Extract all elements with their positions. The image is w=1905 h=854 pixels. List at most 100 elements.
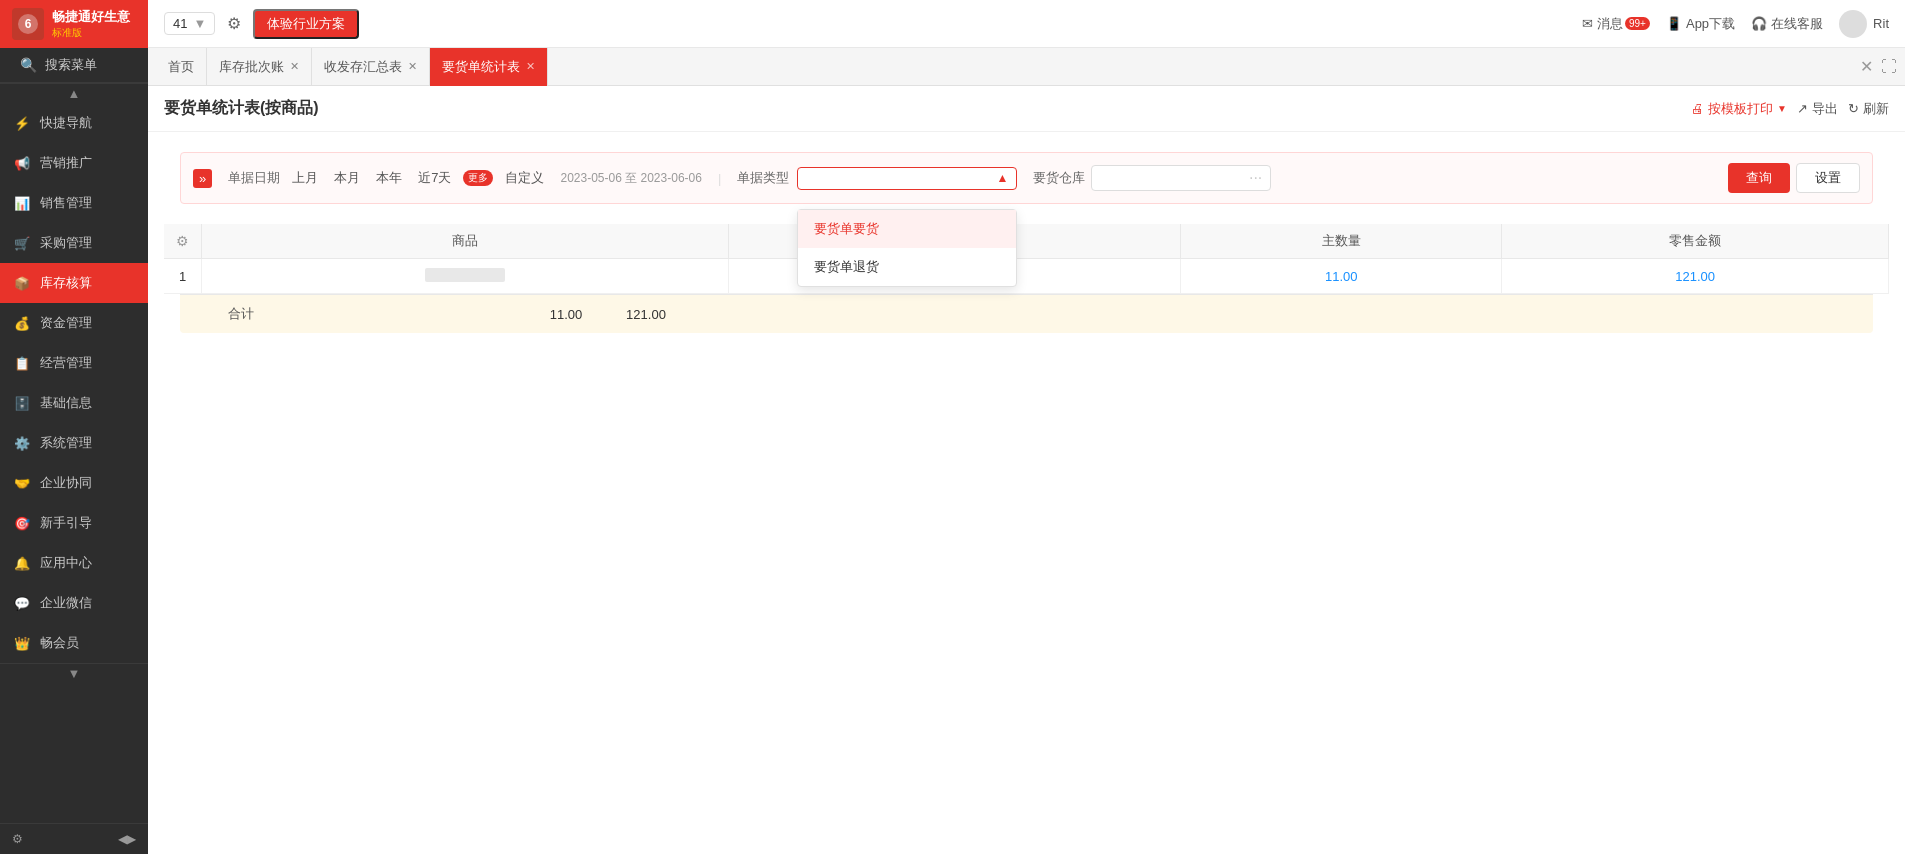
- app-logo: 6 畅捷通好生意 标准版: [0, 0, 148, 48]
- tab-close-inventory-batch[interactable]: ✕: [290, 60, 299, 73]
- refresh-btn[interactable]: ↻ 刷新: [1848, 100, 1889, 118]
- data-table: ⚙ 商品 主计量单位 主数量 零售金额 1: [164, 224, 1889, 294]
- topbar-left: 41 ▼ ⚙ 体验行业方案: [164, 9, 359, 39]
- date-btn-custom[interactable]: 自定义: [501, 167, 548, 189]
- filter-bar: » 单据日期 上月 本月 本年 近7天 更多 自定义 2023-05-06 至 …: [180, 152, 1873, 204]
- table-row: 1 块 11.00 121.00: [164, 259, 1889, 294]
- type-input-box[interactable]: ▲: [797, 167, 1017, 190]
- user-block[interactable]: Rit: [1839, 10, 1889, 38]
- sidebar-item-system[interactable]: ⚙️ 系统管理: [0, 423, 148, 463]
- sidebar-footer: ⚙ ◀▶: [0, 823, 148, 854]
- tab-inventory-batch[interactable]: 库存批次账 ✕: [207, 48, 312, 86]
- sidebar-item-purchase[interactable]: 🛒 采购管理: [0, 223, 148, 263]
- export-btn[interactable]: ↗ 导出: [1797, 100, 1838, 118]
- sidebar-item-collab[interactable]: 🤝 企业协同: [0, 463, 148, 503]
- settings-button[interactable]: 设置: [1796, 163, 1860, 193]
- collab-icon: 🤝: [12, 473, 32, 493]
- tab-receivable-summary-label: 收发存汇总表: [324, 58, 402, 76]
- footer-amount: 121.00: [606, 307, 686, 322]
- page-container: 要货单统计表(按商品) 🖨 按模板打印 ▼ ↗ 导出 ↻ 刷新: [148, 86, 1905, 854]
- col-quantity: 主数量: [1181, 224, 1502, 259]
- collapse-btn[interactable]: ◀▶: [118, 832, 136, 846]
- sidebar-item-label: 企业微信: [40, 594, 92, 612]
- type-dropdown-menu: 要货单要货 要货单退货: [797, 209, 1017, 287]
- sidebar-item-finance[interactable]: 💰 资金管理: [0, 303, 148, 343]
- tab-close-receivable-summary[interactable]: ✕: [408, 60, 417, 73]
- tab-home[interactable]: 首页: [156, 48, 207, 86]
- sidebar-item-appstore[interactable]: 🔔 应用中心: [0, 543, 148, 583]
- message-icon: ✉: [1582, 16, 1593, 31]
- app-download-btn[interactable]: 📱 App下载: [1666, 15, 1735, 33]
- basics-icon: 🗄️: [12, 393, 32, 413]
- guide-icon: 🎯: [12, 513, 32, 533]
- close-all-tabs-btn[interactable]: ✕: [1860, 57, 1873, 76]
- sidebar-item-operations[interactable]: 📋 经营管理: [0, 343, 148, 383]
- dropdown-item-order-goods[interactable]: 要货单要货: [798, 210, 1016, 248]
- message-label: 消息: [1597, 15, 1623, 33]
- sidebar-item-label: 新手引导: [40, 514, 92, 532]
- scroll-up-btn[interactable]: ▲: [0, 83, 148, 103]
- promo-button[interactable]: 体验行业方案: [253, 9, 359, 39]
- table-container: ⚙ 商品 主计量单位 主数量 零售金额 1: [164, 224, 1889, 294]
- sidebar-item-label: 系统管理: [40, 434, 92, 452]
- sidebar-item-label: 快捷导航: [40, 114, 92, 132]
- marketing-icon: 📢: [12, 153, 32, 173]
- quick-nav-icon: ⚡: [12, 113, 32, 133]
- table-settings-icon[interactable]: ⚙: [176, 233, 189, 249]
- cell-amount[interactable]: 121.00: [1502, 259, 1889, 294]
- service-icon: 🎧: [1751, 16, 1767, 31]
- refresh-label: 刷新: [1863, 100, 1889, 118]
- topbar-right: ✉ 消息 99+ 📱 App下载 🎧 在线客服 Rit: [1582, 10, 1889, 38]
- table-footer: 合计 11.00 121.00: [180, 294, 1873, 333]
- table-body: 1 块 11.00 121.00: [164, 259, 1889, 294]
- sidebar-item-quick-nav[interactable]: ⚡ 快捷导航: [0, 103, 148, 143]
- message-badge: 99+: [1625, 17, 1650, 30]
- sidebar-item-label: 库存核算: [40, 274, 92, 292]
- footer-quantity: 11.00: [526, 307, 606, 322]
- query-button[interactable]: 查询: [1728, 163, 1790, 193]
- sidebar-item-guide[interactable]: 🎯 新手引导: [0, 503, 148, 543]
- filter-expand-btn[interactable]: »: [193, 169, 212, 188]
- template-print-btn[interactable]: 🖨 按模板打印 ▼: [1691, 100, 1787, 118]
- type-dropdown-arrow-icon: ▲: [996, 171, 1008, 185]
- filter-section: » 单据日期 上月 本月 本年 近7天 更多 自定义 2023-05-06 至 …: [148, 132, 1905, 224]
- warehouse-input-box[interactable]: ···: [1091, 165, 1271, 191]
- company-selector[interactable]: 41 ▼: [164, 12, 215, 35]
- date-more-badge[interactable]: 更多: [463, 170, 493, 186]
- tab-close-order-stats[interactable]: ✕: [526, 60, 535, 73]
- date-btn-last-month[interactable]: 上月: [288, 167, 322, 189]
- search-menu[interactable]: 🔍 搜索菜单: [0, 48, 148, 83]
- svg-text:6: 6: [25, 17, 32, 31]
- sidebar-item-marketing[interactable]: 📢 营销推广: [0, 143, 148, 183]
- date-btn-last-7days[interactable]: 近7天: [414, 167, 455, 189]
- date-btn-this-year[interactable]: 本年: [372, 167, 406, 189]
- appstore-icon: 🔔: [12, 553, 32, 573]
- topbar-gear-icon[interactable]: ⚙: [227, 14, 241, 33]
- sidebar-item-label: 企业协同: [40, 474, 92, 492]
- sidebar-item-label: 畅会员: [40, 634, 79, 652]
- tab-expand-btn[interactable]: ⛶: [1881, 58, 1897, 76]
- tab-order-stats[interactable]: 要货单统计表 ✕: [430, 48, 548, 86]
- sidebar-item-basics[interactable]: 🗄️ 基础信息: [0, 383, 148, 423]
- sidebar-item-member[interactable]: 👑 畅会员: [0, 623, 148, 663]
- sidebar-item-inventory[interactable]: 📦 库存核算: [0, 263, 148, 303]
- date-range-text: 2023-05-06 至 2023-06-06: [560, 170, 701, 187]
- username-label: Rit: [1873, 16, 1889, 31]
- settings-btn[interactable]: ⚙: [12, 832, 23, 846]
- tab-receivable-summary[interactable]: 收发存汇总表 ✕: [312, 48, 430, 86]
- inventory-icon: 📦: [12, 273, 32, 293]
- type-input[interactable]: [806, 171, 992, 186]
- sidebar-item-wechat[interactable]: 💬 企业微信: [0, 583, 148, 623]
- filter-actions: 查询 设置: [1728, 163, 1860, 193]
- dropdown-item-return-goods[interactable]: 要货单退货: [798, 248, 1016, 286]
- online-service-btn[interactable]: 🎧 在线客服: [1751, 15, 1823, 33]
- message-btn[interactable]: ✉ 消息 99+: [1582, 15, 1650, 33]
- main-content: 41 ▼ ⚙ 体验行业方案 ✉ 消息 99+ 📱 App下载 🎧 在线客服 R: [148, 0, 1905, 854]
- finance-icon: 💰: [12, 313, 32, 333]
- scroll-down-btn[interactable]: ▼: [0, 663, 148, 683]
- avatar: [1839, 10, 1867, 38]
- cell-quantity[interactable]: 11.00: [1181, 259, 1502, 294]
- tabs-bar: 首页 库存批次账 ✕ 收发存汇总表 ✕ 要货单统计表 ✕ ✕ ⛶: [148, 48, 1905, 86]
- date-btn-this-month[interactable]: 本月: [330, 167, 364, 189]
- sidebar-item-sales[interactable]: 📊 销售管理: [0, 183, 148, 223]
